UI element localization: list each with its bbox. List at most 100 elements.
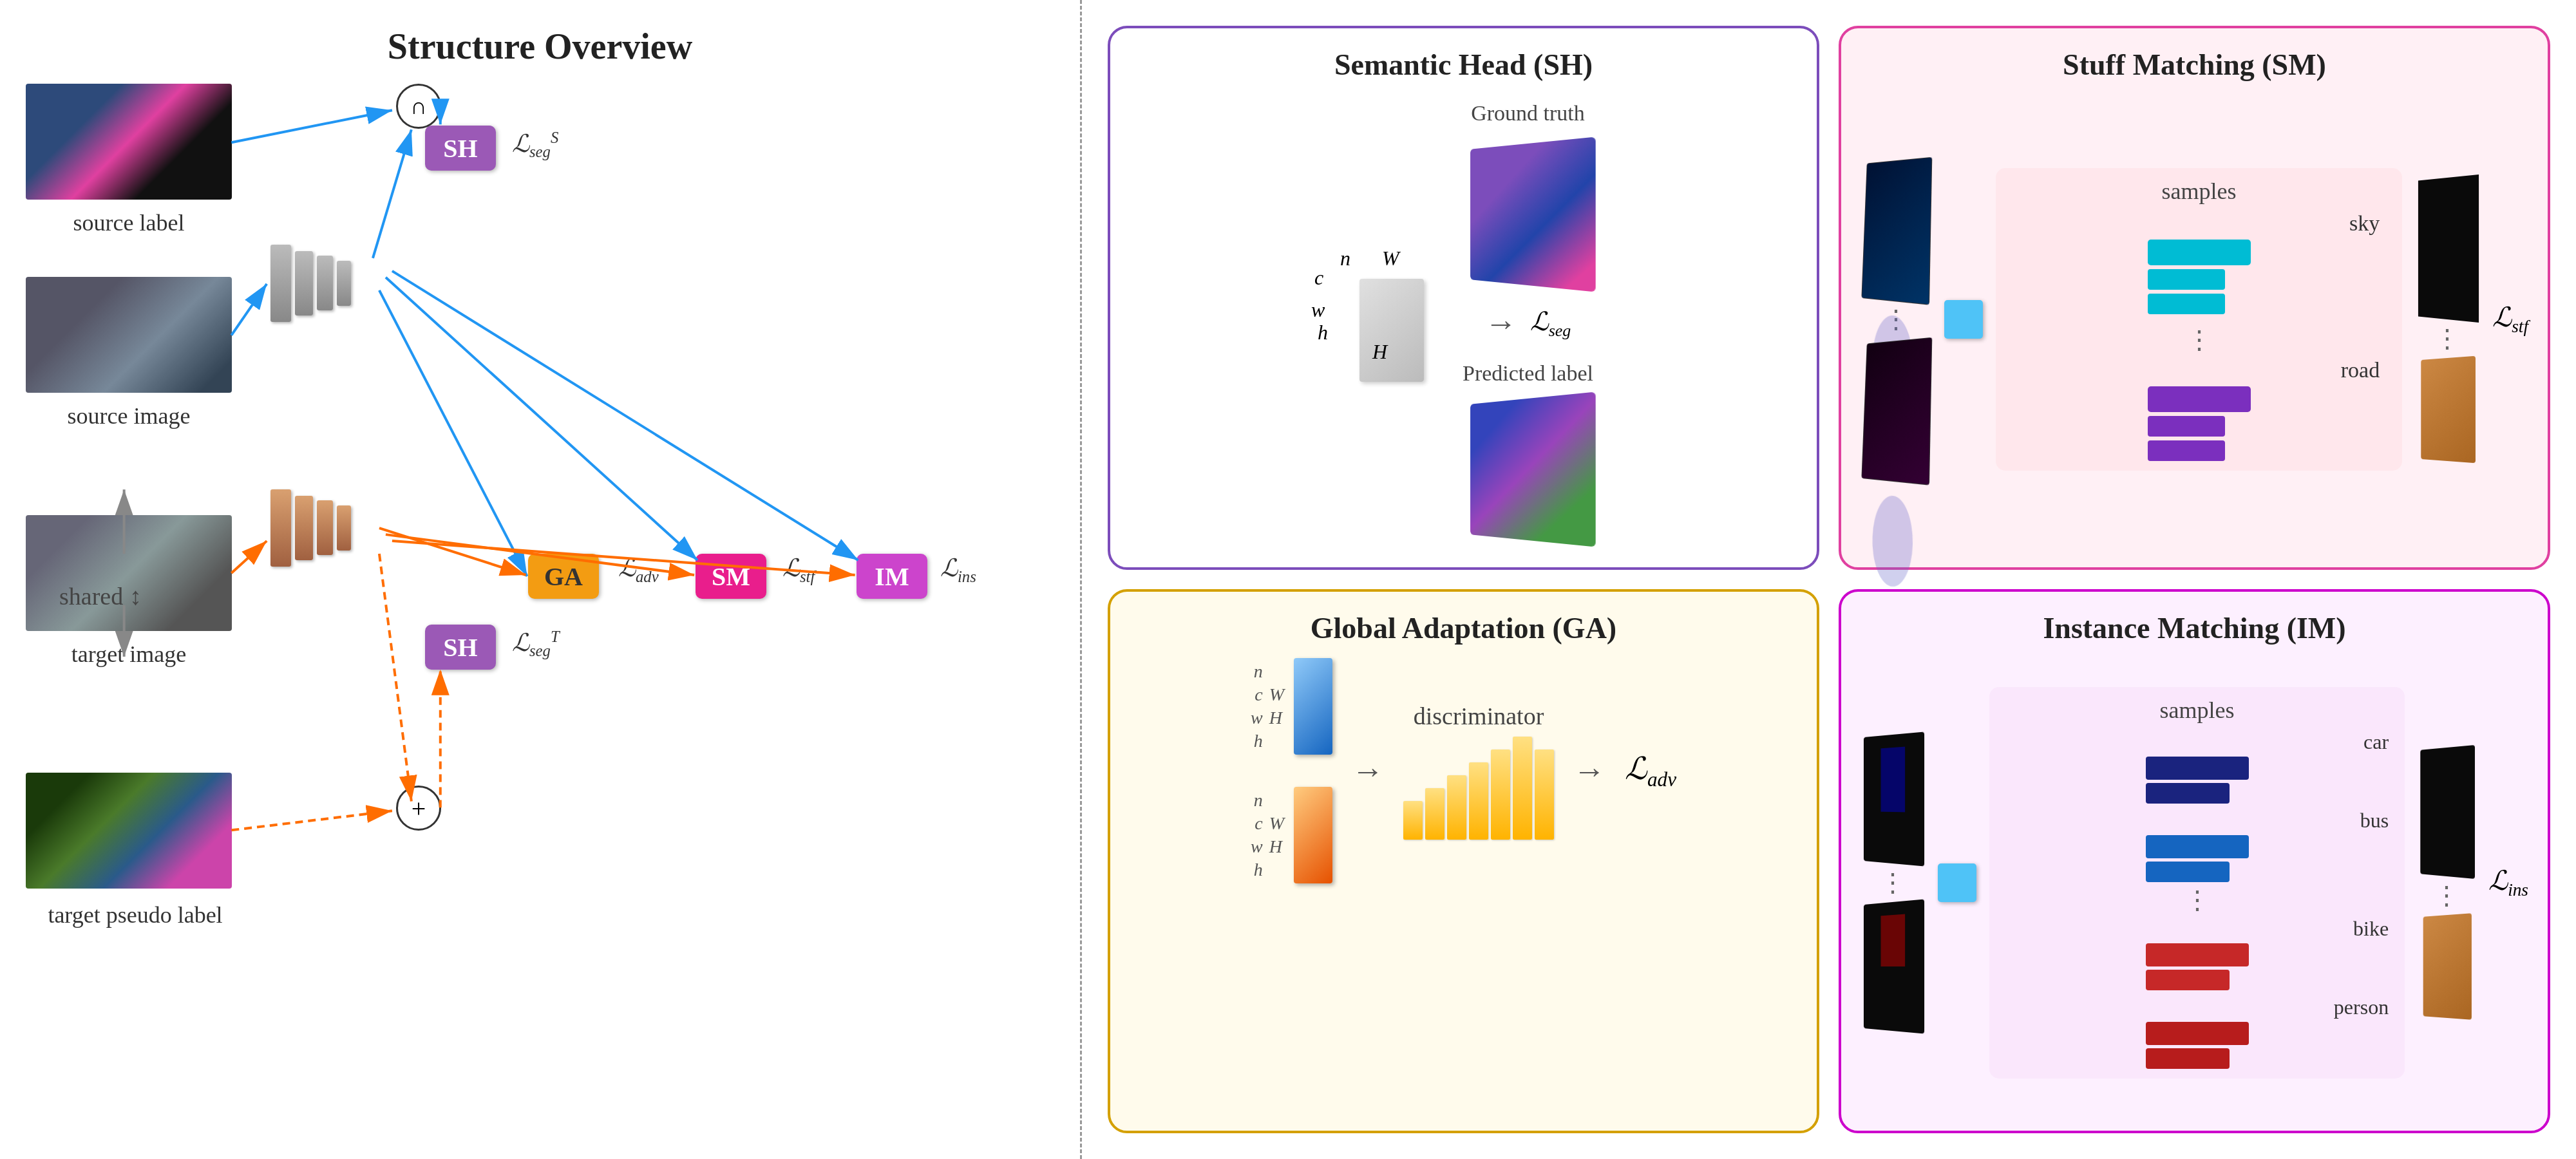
sm-feat-1 (1861, 156, 1932, 305)
sh-feature-block (1359, 279, 1424, 382)
feat-map-3 (317, 256, 333, 310)
im-vdots: ⋮ (1880, 870, 1906, 896)
sky-rect-1 (2148, 240, 2251, 265)
discriminator (1403, 737, 1554, 840)
im-bike-rects (2146, 943, 2249, 990)
sm-diagram-box: Stuff Matching (SM) ⋮ samples (1839, 26, 2550, 570)
im-feat-r2 (2423, 913, 2472, 1020)
ga-h1: h (1254, 731, 1263, 751)
im-class-vdots: ⋮ (2184, 887, 2210, 913)
sh-diagram-box: Semantic Head (SH) n c w h W H Ground tr… (1108, 26, 1819, 570)
predicted-label-text: Predicted label (1463, 361, 1593, 386)
ga-W2: W (1269, 813, 1284, 834)
sm-road-rects (2148, 386, 2251, 461)
left-panel: Structure Overview source label source i… (0, 0, 1082, 1159)
ga-arrow: → (1352, 752, 1384, 789)
sm-class-vdots: ⋮ (2186, 327, 2212, 353)
bus-rect-2 (2146, 862, 2230, 882)
sky-rect-3 (2148, 294, 2225, 314)
bus-rect-1 (2146, 835, 2249, 858)
im-car-label: car (2363, 730, 2389, 754)
feat-map-t3 (317, 500, 333, 555)
bike-rect-1 (2146, 943, 2249, 966)
disc-bar-3 (1447, 775, 1466, 840)
right-panel: Semantic Head (SH) n c w h W H Ground tr… (1082, 0, 2576, 1159)
sm-sky-rects (2148, 240, 2251, 314)
sm-right-features: ⋮ (2415, 178, 2479, 461)
road-rect-2 (2148, 416, 2225, 437)
disc-label: discriminator (1414, 702, 1544, 730)
ga-n1: n (1254, 661, 1263, 682)
svg-line-7 (386, 278, 697, 560)
svg-line-6 (379, 290, 527, 576)
sh-right-col: Ground truth → ℒseg Predicted label (1463, 101, 1593, 540)
ga-top-dims2: W H (1269, 684, 1284, 728)
im-blue-sq (1938, 863, 1976, 902)
person-rect-2 (2146, 1048, 2230, 1069)
orange-vol-1 (1294, 787, 1332, 883)
im-diagram-box: Instance Matching (IM) ⋮ samples (1839, 589, 2550, 1133)
ga-w2: w (1251, 836, 1263, 857)
feat-map-t2 (295, 496, 313, 560)
target-pseudo-text: target pseudo label (19, 901, 251, 928)
ground-truth-img (1471, 137, 1596, 292)
source-image-block (26, 277, 232, 393)
ga-loss: ℒadv (1625, 750, 1676, 791)
im-right-features: ⋮ (2418, 748, 2476, 1018)
ga-n2: n (1254, 790, 1263, 811)
ground-truth-label: Ground truth (1471, 101, 1585, 126)
target-feature-maps (270, 489, 355, 567)
blue-vol-1 (1294, 658, 1332, 755)
sky-rect-2 (2148, 269, 2225, 290)
feat-map-2 (295, 251, 313, 316)
sh-dim-h: h (1318, 321, 1328, 344)
shared-label: shared ↕ (59, 582, 142, 610)
im-bus-rects (2146, 835, 2249, 882)
ga-bot-dims: n c w h (1251, 790, 1263, 880)
ga-H1: H (1269, 708, 1284, 728)
ga-c1: c (1255, 684, 1262, 705)
sh-dim-W: W (1382, 247, 1399, 270)
sm-feat-2 (1861, 337, 1932, 485)
loss-stf: ℒstf (782, 554, 815, 586)
svg-line-11 (379, 528, 526, 575)
feat-map-4 (337, 261, 351, 306)
svg-line-8 (392, 271, 858, 560)
main-container: Structure Overview source label source i… (0, 0, 2576, 1159)
im-title: Instance Matching (IM) (1861, 611, 2528, 645)
disc-bar-7 (1535, 749, 1554, 840)
sh-arrow: → (1485, 305, 1517, 342)
svg-line-9 (373, 129, 412, 258)
target-pseudo-block (26, 773, 232, 889)
ga-top-dims: n c w h (1251, 661, 1263, 751)
sm-title: Stuff Matching (SM) (1861, 48, 2528, 82)
sh-dim-w: w (1311, 298, 1325, 322)
ga-title: Global Adaptation (GA) (1130, 611, 1797, 645)
ga-vols: n c w h W H n (1251, 658, 1332, 883)
im-person-rects (2146, 1022, 2249, 1069)
loss-seg-s: ℒsegS (512, 129, 558, 161)
ga-arrow2: → (1573, 752, 1605, 789)
car-rect-2 (2146, 783, 2230, 804)
person-rect-1 (2146, 1022, 2249, 1045)
feat-map-t4 (337, 505, 351, 551)
sm-feat-r1 (2418, 174, 2479, 323)
ga-diagram-box: Global Adaptation (GA) n c w h W (1108, 589, 1819, 1133)
sh-module-bottom: SH (425, 625, 496, 670)
im-loss: ℒins (2488, 865, 2528, 900)
sm-feat-r2 (2421, 355, 2476, 462)
sm-loss: ℒstf (2492, 301, 2528, 337)
discriminator-wrapper: discriminator (1403, 702, 1554, 840)
svg-line-14 (379, 554, 412, 801)
im-feat-r1 (2420, 744, 2475, 878)
sh-dim-n: n (1340, 247, 1350, 270)
sh-dim-H: H (1372, 340, 1387, 364)
car-rect-1 (2146, 757, 2249, 780)
svg-line-3 (231, 110, 392, 142)
svg-line-15 (231, 811, 392, 830)
im-bike-label: bike (2353, 917, 2389, 941)
road-rect-3 (2148, 440, 2225, 461)
im-samples-region: samples car bus ⋮ bike (1989, 687, 2405, 1079)
source-image-text: source image (39, 402, 219, 429)
sm-samples-label: samples (2162, 178, 2237, 205)
